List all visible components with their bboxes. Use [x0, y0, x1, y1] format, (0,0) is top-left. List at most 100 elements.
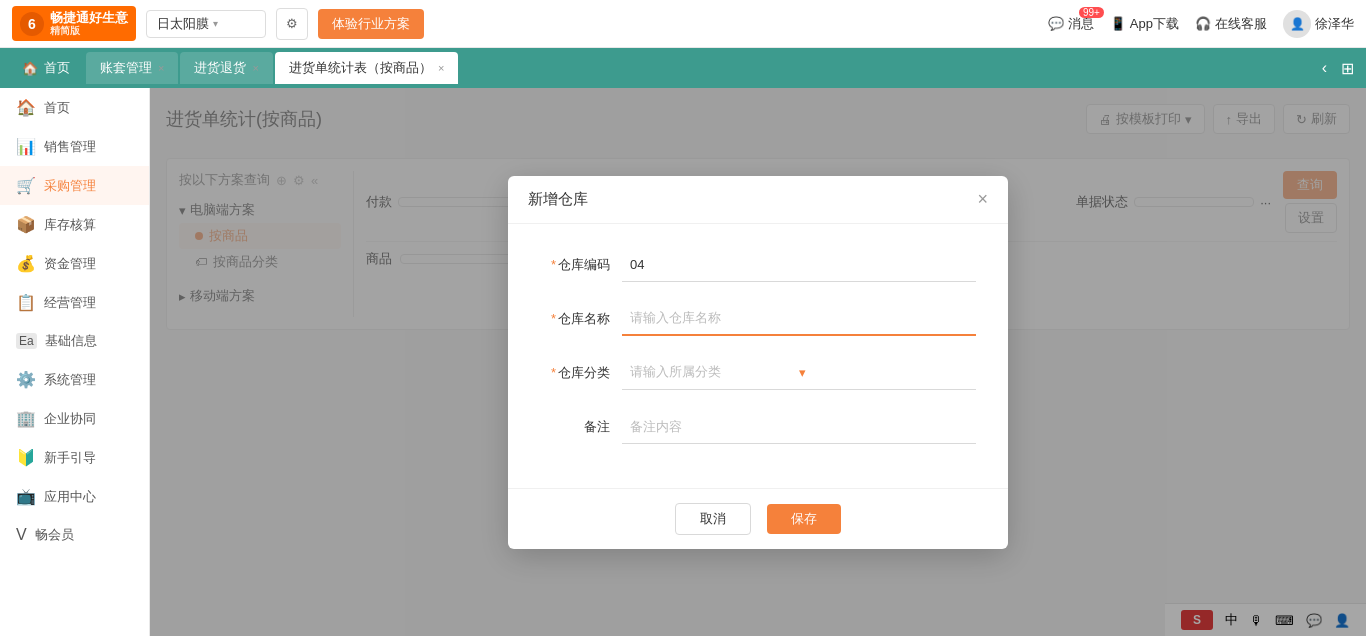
- app-center-icon: 📺: [16, 487, 36, 506]
- app-label: App下载: [1130, 15, 1179, 33]
- category-selector[interactable]: 请输入所属分类 ▾: [622, 356, 976, 390]
- nav-tabs: 🏠 首页 账套管理 × 进货退货 × 进货单统计表（按商品） × ‹ ⊞: [0, 48, 1366, 88]
- tab-purchase-return-close[interactable]: ×: [252, 62, 258, 74]
- modal-footer: 取消 保存: [508, 488, 1008, 549]
- tab-account-label: 账套管理: [100, 59, 152, 77]
- message-icon: 💬: [1048, 16, 1064, 31]
- sidebar-item-enterprise[interactable]: 🏢 企业协同: [0, 399, 149, 438]
- code-input[interactable]: [622, 248, 976, 282]
- sidebar-item-operations[interactable]: 📋 经营管理: [0, 283, 149, 322]
- sidebar-item-home[interactable]: 🏠 首页: [0, 88, 149, 127]
- purchase-icon: 🛒: [16, 176, 36, 195]
- trial-button[interactable]: 体验行业方案: [318, 9, 424, 39]
- code-label: *仓库编码: [540, 256, 610, 274]
- system-icon: ⚙️: [16, 370, 36, 389]
- store-selector[interactable]: 日太阳膜 ▾: [146, 10, 266, 38]
- avatar: 👤: [1283, 10, 1311, 38]
- user-menu[interactable]: 👤 徐泽华: [1283, 10, 1354, 38]
- save-button[interactable]: 保存: [767, 504, 841, 534]
- member-icon: V: [16, 526, 27, 544]
- tab-account[interactable]: 账套管理 ×: [86, 52, 178, 84]
- sidebar-member-label: 畅会员: [35, 526, 74, 544]
- logo-main: 畅捷通好生意: [50, 10, 128, 26]
- home-icon: 🏠: [16, 98, 36, 117]
- sales-icon: 📊: [16, 137, 36, 156]
- basic-info-icon: Ea: [16, 333, 37, 349]
- modal-title: 新增仓库: [528, 190, 588, 209]
- topbar: 6 畅捷通好生意 精简版 日太阳膜 ▾ ⚙ 体验行业方案 💬 消息 99+ 📱 …: [0, 0, 1366, 48]
- category-placeholder: 请输入所属分类: [630, 363, 799, 381]
- tab-purchase-stats-label: 进货单统计表（按商品）: [289, 59, 432, 77]
- sidebar: 🏠 首页 📊 销售管理 🛒 采购管理 📦 库存核算 💰 资金管理 📋 经营管理 …: [0, 88, 150, 636]
- guide-icon: 🔰: [16, 448, 36, 467]
- form-row-remark: 备注: [540, 410, 976, 444]
- remark-input[interactable]: [622, 410, 976, 444]
- form-row-category: *仓库分类 请输入所属分类 ▾: [540, 356, 976, 390]
- logo-sub: 精简版: [50, 25, 128, 37]
- tab-account-close[interactable]: ×: [158, 62, 164, 74]
- sidebar-guide-label: 新手引导: [44, 449, 96, 467]
- username: 徐泽华: [1315, 15, 1354, 33]
- content-area: 进货单统计(按商品) 🖨 按模板打印 ▾ ↑ 导出 ↻ 刷新: [150, 88, 1366, 636]
- sidebar-item-system[interactable]: ⚙️ 系统管理: [0, 360, 149, 399]
- tab-purchase-stats-close[interactable]: ×: [438, 62, 444, 74]
- sidebar-item-inventory[interactable]: 📦 库存核算: [0, 205, 149, 244]
- cancel-button[interactable]: 取消: [675, 503, 751, 535]
- message-badge: 99+: [1079, 7, 1104, 18]
- logo: 6 畅捷通好生意 精简版: [12, 6, 136, 42]
- form-row-name: *仓库名称: [540, 302, 976, 336]
- sidebar-home-label: 首页: [44, 99, 70, 117]
- sidebar-finance-label: 资金管理: [44, 255, 96, 273]
- online-service-button[interactable]: 🎧 在线客服: [1195, 15, 1267, 33]
- home-icon: 🏠: [22, 61, 38, 76]
- sidebar-item-purchase[interactable]: 🛒 采购管理: [0, 166, 149, 205]
- chevron-down-icon: ▾: [213, 18, 218, 29]
- name-label: *仓库名称: [540, 310, 610, 328]
- sidebar-item-member[interactable]: V 畅会员: [0, 516, 149, 554]
- finance-icon: 💰: [16, 254, 36, 273]
- app-download-button[interactable]: 📱 App下载: [1110, 15, 1179, 33]
- store-name: 日太阳膜: [157, 15, 209, 33]
- sidebar-item-app-center[interactable]: 📺 应用中心: [0, 477, 149, 516]
- chevron-down-icon: ▾: [799, 365, 968, 380]
- sidebar-operations-label: 经营管理: [44, 294, 96, 312]
- category-label: *仓库分类: [540, 364, 610, 382]
- tab-purchase-return-label: 进货退货: [194, 59, 246, 77]
- modal-body: *仓库编码 *仓库名称 *仓库分类: [508, 224, 1008, 488]
- tab-home-label: 首页: [44, 59, 70, 77]
- tab-next-button[interactable]: ⊞: [1337, 59, 1358, 78]
- modal-overlay: 新增仓库 × *仓库编码 *仓库名称: [150, 88, 1366, 636]
- headset-icon: 🎧: [1195, 16, 1211, 31]
- gear-icon: ⚙: [286, 16, 298, 31]
- tab-prev-button[interactable]: ‹: [1318, 59, 1331, 78]
- form-row-code: *仓库编码: [540, 248, 976, 282]
- sidebar-purchase-label: 采购管理: [44, 177, 96, 195]
- logo-icon: 6: [20, 12, 44, 36]
- mobile-icon: 📱: [1110, 16, 1126, 31]
- remark-label: 备注: [540, 418, 610, 436]
- sidebar-system-label: 系统管理: [44, 371, 96, 389]
- main-layout: 🏠 首页 📊 销售管理 🛒 采购管理 📦 库存核算 💰 资金管理 📋 经营管理 …: [0, 88, 1366, 636]
- new-warehouse-modal: 新增仓库 × *仓库编码 *仓库名称: [508, 176, 1008, 549]
- sidebar-enterprise-label: 企业协同: [44, 410, 96, 428]
- sidebar-app-center-label: 应用中心: [44, 488, 96, 506]
- enterprise-icon: 🏢: [16, 409, 36, 428]
- tab-purchase-stats[interactable]: 进货单统计表（按商品） ×: [275, 52, 458, 84]
- tab-purchase-return[interactable]: 进货退货 ×: [180, 52, 272, 84]
- settings-button[interactable]: ⚙: [276, 8, 308, 40]
- sidebar-item-basic-info[interactable]: Ea 基础信息: [0, 322, 149, 360]
- sidebar-item-guide[interactable]: 🔰 新手引导: [0, 438, 149, 477]
- modal-close-button[interactable]: ×: [977, 190, 988, 208]
- sidebar-sales-label: 销售管理: [44, 138, 96, 156]
- sidebar-item-sales[interactable]: 📊 销售管理: [0, 127, 149, 166]
- sidebar-inventory-label: 库存核算: [44, 216, 96, 234]
- tab-home[interactable]: 🏠 首页: [8, 52, 84, 84]
- message-button[interactable]: 💬 消息 99+: [1048, 15, 1094, 33]
- modal-header: 新增仓库 ×: [508, 176, 1008, 224]
- inventory-icon: 📦: [16, 215, 36, 234]
- sidebar-item-finance[interactable]: 💰 资金管理: [0, 244, 149, 283]
- sidebar-basic-info-label: 基础信息: [45, 332, 97, 350]
- operations-icon: 📋: [16, 293, 36, 312]
- service-label: 在线客服: [1215, 15, 1267, 33]
- name-input[interactable]: [622, 302, 976, 336]
